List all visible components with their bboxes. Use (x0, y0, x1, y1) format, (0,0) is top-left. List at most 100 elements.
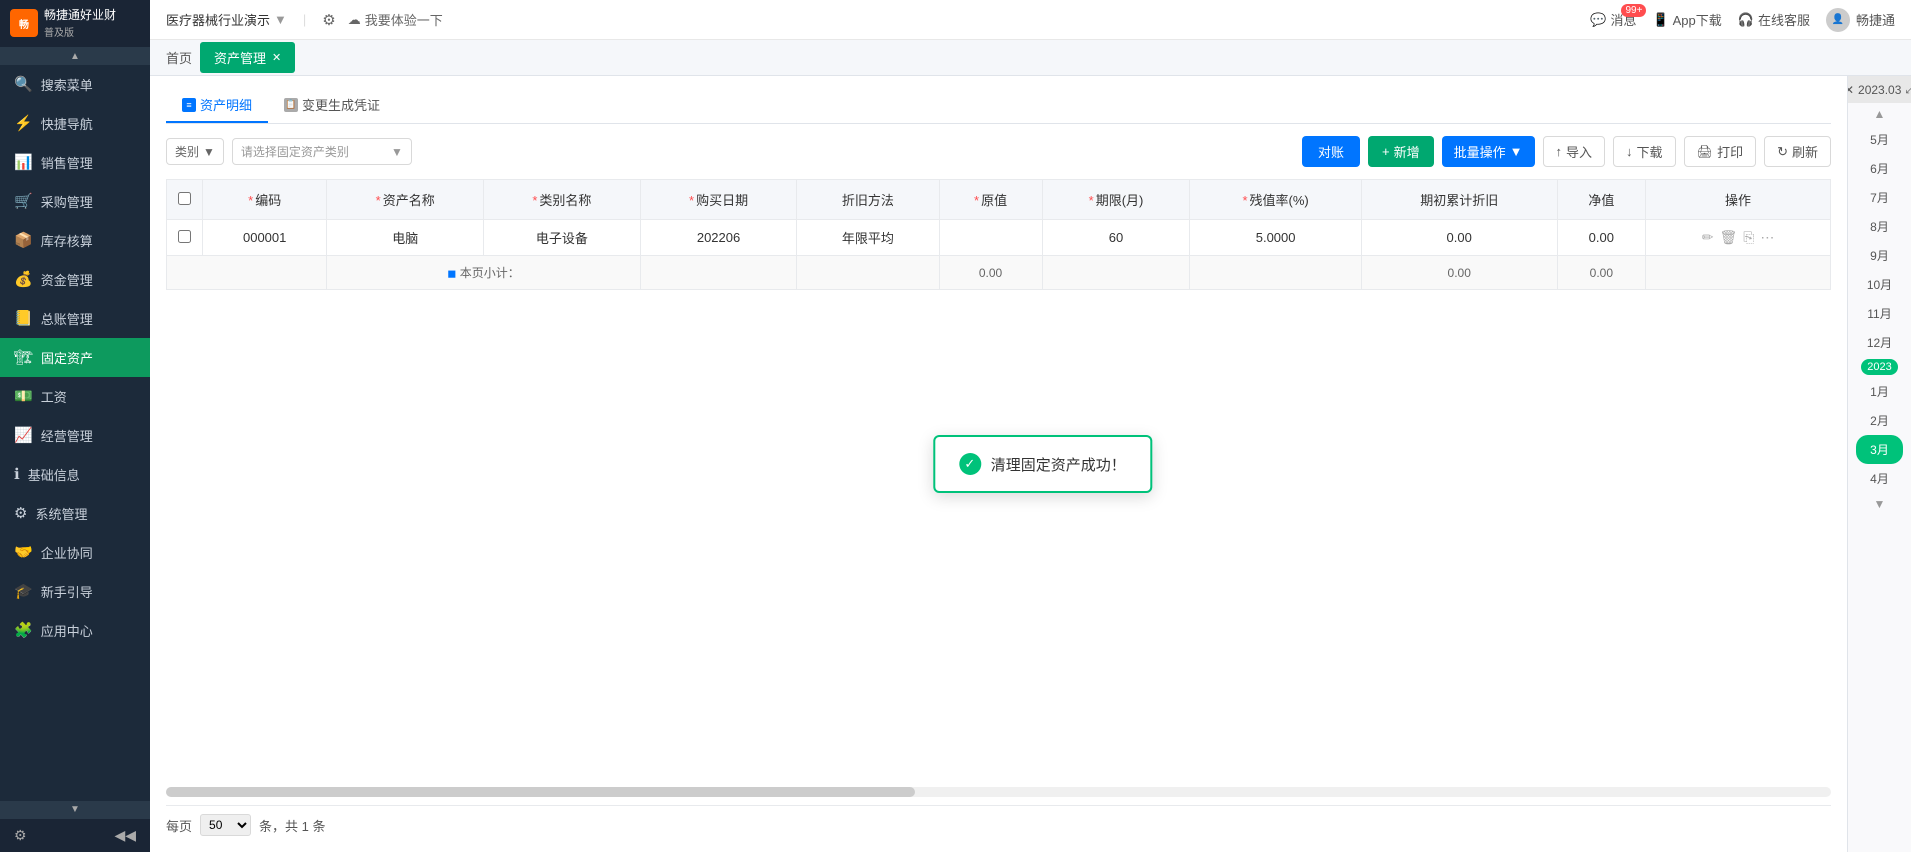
select-all-checkbox[interactable] (178, 192, 191, 205)
timeline-month-9[interactable]: 9月 (1848, 241, 1911, 270)
select-all-cell[interactable] (167, 180, 203, 220)
import-button[interactable]: ↑ 导入 (1543, 136, 1606, 167)
toast-success-icon: ✓ (959, 453, 981, 475)
sidebar-item-corp-collab[interactable]: 🤝 企业协同 (0, 533, 150, 572)
timeline-month-10[interactable]: 10月 (1848, 270, 1911, 299)
edit-action-btn[interactable]: ✏ (1702, 229, 1714, 246)
topbar-divider: | (303, 12, 306, 27)
timeline-month-5[interactable]: 5月 (1848, 125, 1911, 154)
row-checkbox-cell[interactable] (167, 220, 203, 256)
timeline-month-6[interactable]: 6月 (1848, 154, 1911, 183)
download-button[interactable]: ↓ 下载 (1613, 136, 1676, 167)
sidebar-item-operations[interactable]: 📈 经营管理 (0, 416, 150, 455)
copy-action-btn[interactable]: ⎘ (1743, 229, 1754, 246)
toast-overlay: ✓ 清理固定资产成功！ (933, 435, 1152, 493)
reconcile-button[interactable]: 对账 (1302, 136, 1360, 167)
tab-close-icon[interactable]: ✕ (272, 51, 281, 64)
sub-tab-change-voucher[interactable]: 📋 变更生成凭证 (268, 88, 396, 123)
timeline-header-text: 2023.03 (1858, 83, 1901, 97)
sidebar-item-label: 经营管理 (41, 426, 93, 445)
experience-btn[interactable]: ☁ 我要体验一下 (348, 10, 443, 29)
purchase-icon: 🛒 (14, 192, 33, 210)
online-service-btn[interactable]: 🎧 在线客服 (1738, 10, 1810, 29)
batch-ops-button[interactable]: 批量操作 ▼ (1442, 136, 1535, 167)
subtotal-initial: 0.00 (1361, 256, 1557, 290)
sidebar-item-label: 固定资产 (41, 348, 93, 367)
row-actions: ✏ 🗑 ⎘ ⋯ (1654, 229, 1822, 246)
sidebar-item-quicknav[interactable]: ⚡ 快捷导航 (0, 104, 150, 143)
sidebar-item-app-center[interactable]: 🧩 应用中心 (0, 611, 150, 650)
subtotal-net: 0.00 (1557, 256, 1646, 290)
sidebar-item-funds[interactable]: 💰 资金管理 (0, 260, 150, 299)
user-menu[interactable]: 👤 畅捷通 (1826, 8, 1895, 32)
timeline-up-icon[interactable]: ▲ (1848, 103, 1911, 125)
service-icon: 🎧 (1738, 12, 1754, 28)
row-name: 电脑 (327, 220, 484, 256)
timeline-month-11[interactable]: 11月 (1848, 299, 1911, 328)
sidebar-item-salary[interactable]: 💵 工资 (0, 377, 150, 416)
new-button[interactable]: + 新增 (1368, 136, 1434, 167)
timeline-close-icon[interactable]: ✕ (1847, 83, 1854, 97)
filter-input-arrow-icon: ▼ (391, 145, 403, 159)
timeline-month-4[interactable]: 4月 (1848, 464, 1911, 493)
row-residual-rate: 5.0000 (1190, 220, 1362, 256)
timeline-month-12[interactable]: 12月 (1848, 328, 1911, 357)
sidebar-item-basic-info[interactable]: ℹ 基础信息 (0, 455, 150, 494)
timeline-month-1[interactable]: 1月 (1848, 377, 1911, 406)
sidebar-item-search[interactable]: 🔍 搜索菜单 (0, 65, 150, 104)
timeline-month-8[interactable]: 8月 (1848, 212, 1911, 241)
row-checkbox[interactable] (178, 230, 191, 243)
per-page-select[interactable]: 50 100 200 (200, 814, 251, 836)
timeline-expand-icon[interactable]: ⤢ (1905, 82, 1911, 97)
tabbar: 首页 资产管理 ✕ (150, 40, 1911, 76)
sidebar-item-sales[interactable]: 📊 销售管理 (0, 143, 150, 182)
new-label: 新增 (1394, 142, 1420, 161)
sidebar-item-system[interactable]: ⚙ 系统管理 (0, 494, 150, 533)
sidebar-item-newbie[interactable]: 🎓 新手引导 (0, 572, 150, 611)
message-btn[interactable]: 💬 消息 99+ (1590, 10, 1636, 29)
sidebar-scroll-down[interactable]: ▼ (0, 801, 150, 818)
avatar-icon: 👤 (1832, 14, 1844, 25)
sidebar-item-label: 新手引导 (41, 582, 93, 601)
sidebar-scroll-up[interactable]: ▲ (0, 48, 150, 65)
print-button[interactable]: 🖨 打印 (1684, 136, 1757, 167)
col-code: *编码 (203, 180, 327, 220)
table-header-row: *编码 *资产名称 *类别名称 *购买日期 折旧方法 *原值 *期限(月) *残… (167, 180, 1831, 220)
row-initial-accumulated: 0.00 (1361, 220, 1557, 256)
settings-gear-icon[interactable]: ⚙ (322, 11, 335, 29)
delete-action-btn[interactable]: 🗑 (1719, 229, 1737, 246)
category-filter[interactable]: 类别 ▼ (166, 138, 224, 165)
sidebar-item-purchase[interactable]: 🛒 采购管理 (0, 182, 150, 221)
app-download-btn[interactable]: 📱 App下载 (1652, 10, 1721, 29)
toolbar-left: 类别 ▼ 请选择固定资产类别 ▼ (166, 138, 412, 165)
more-action-btn[interactable]: ⋯ (1760, 229, 1774, 246)
scrollbar-thumb[interactable] (166, 787, 915, 797)
sub-tab-asset-detail[interactable]: ≡ 资产明细 (166, 88, 268, 123)
sidebar-nav: 🔍 搜索菜单 ⚡ 快捷导航 📊 销售管理 🛒 采购管理 📦 库存核算 💰 资金管… (0, 65, 150, 801)
sidebar-item-inventory[interactable]: 📦 库存核算 (0, 221, 150, 260)
row-original-value (939, 220, 1042, 256)
per-page-label: 每页 (166, 816, 192, 835)
timeline-month-2[interactable]: 2月 (1848, 406, 1911, 435)
salary-icon: 💵 (14, 387, 33, 405)
tab-home[interactable]: 首页 (166, 48, 192, 67)
sidebar-item-label: 基础信息 (28, 465, 80, 484)
company-selector[interactable]: 医疗器械行业演示 ▼ (166, 10, 287, 29)
timeline-down-icon[interactable]: ▼ (1848, 493, 1911, 515)
col-depreciation: 折旧方法 (797, 180, 939, 220)
category-input[interactable]: 请选择固定资产类别 ▼ (232, 138, 412, 165)
timeline-month-7[interactable]: 7月 (1848, 183, 1911, 212)
timeline-month-3-current[interactable]: 3月 (1856, 435, 1903, 464)
import-label: 导入 (1566, 142, 1592, 161)
refresh-button[interactable]: ↻ 刷新 (1764, 136, 1831, 167)
horizontal-scrollbar[interactable] (166, 787, 1831, 797)
tab-asset-management[interactable]: 资产管理 ✕ (200, 42, 295, 73)
collapse-icon[interactable]: ◀◀ (114, 827, 136, 844)
sidebar-item-ledger[interactable]: 📒 总账管理 (0, 299, 150, 338)
filter-input-placeholder: 请选择固定资产类别 (241, 143, 349, 160)
sidebar-item-fixed-assets[interactable]: 🏗 固定资产 (0, 338, 150, 377)
row-purchase-date: 202206 (640, 220, 797, 256)
sidebar-item-label: 企业协同 (41, 543, 93, 562)
subtotal-empty2 (797, 256, 939, 290)
settings-icon[interactable]: ⚙ (14, 827, 27, 844)
